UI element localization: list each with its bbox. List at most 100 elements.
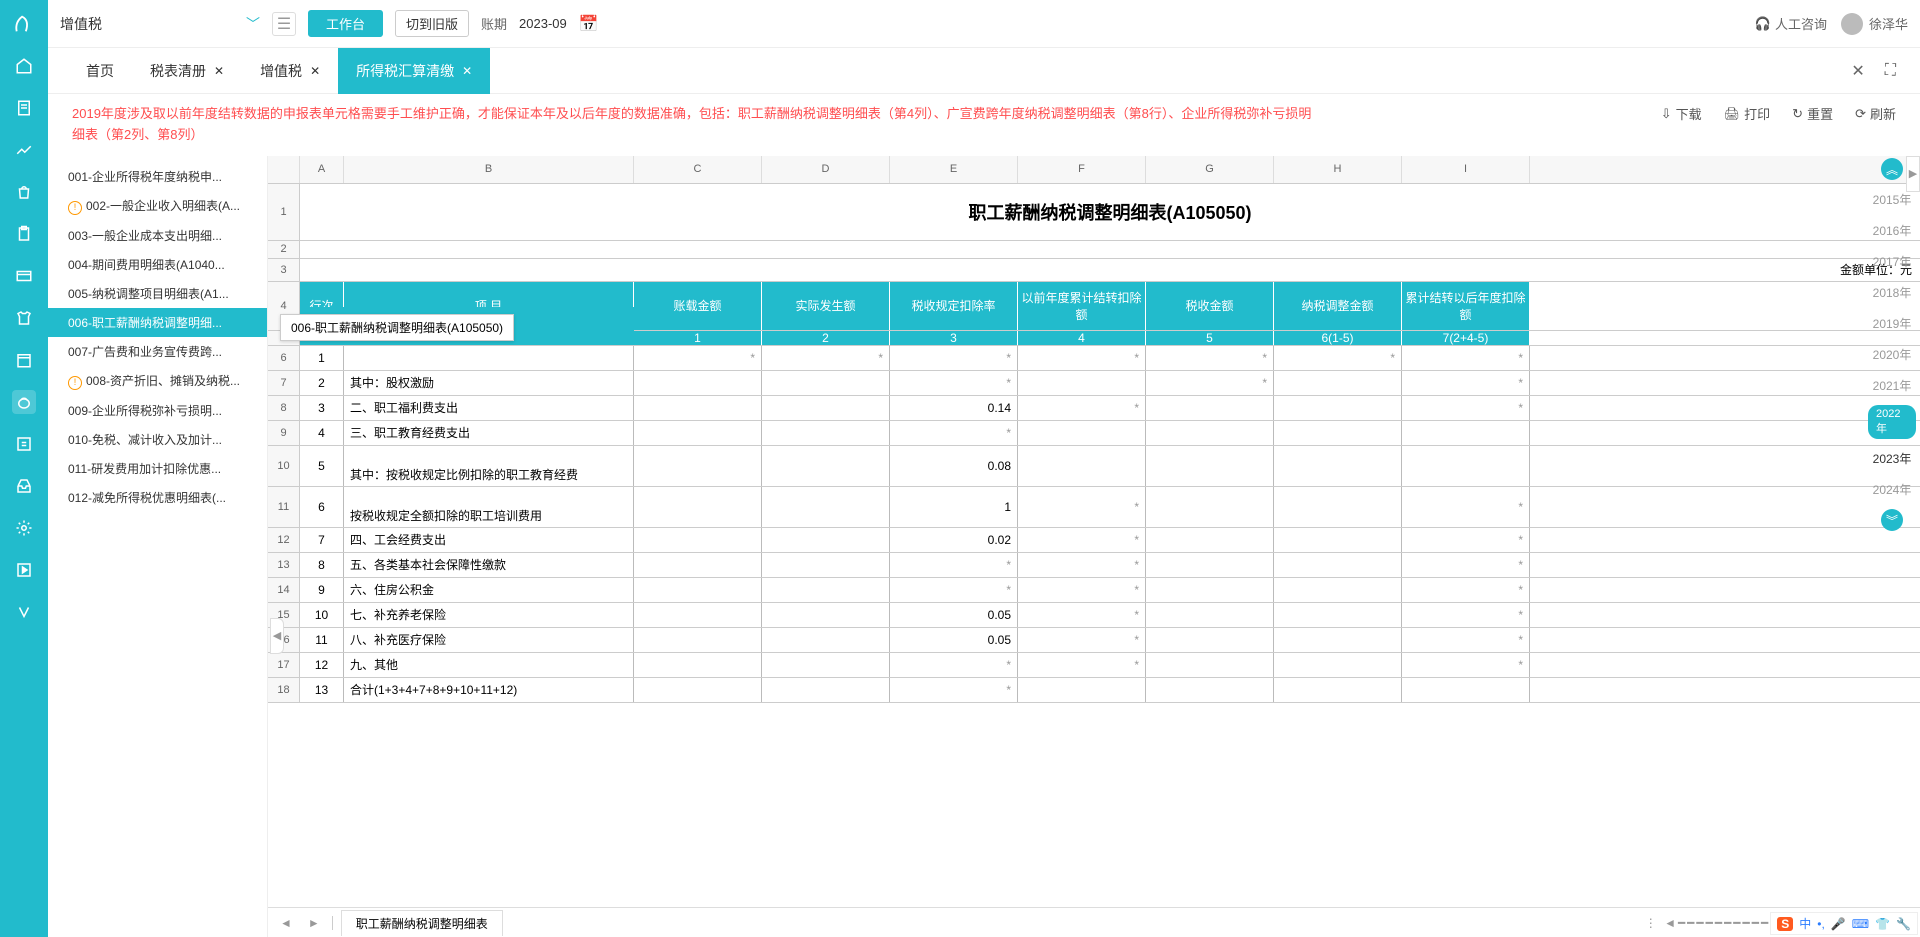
data-cell[interactable]: [1018, 678, 1146, 702]
row-number[interactable]: 2: [268, 241, 300, 258]
data-cell[interactable]: 1: [890, 487, 1018, 527]
ime-punct-icon[interactable]: •,: [1817, 917, 1825, 931]
row-number[interactable]: 3: [268, 259, 300, 281]
data-cell[interactable]: [1146, 446, 1274, 486]
sidebar-item[interactable]: 005-纳税调整项目明细表(A1...: [48, 279, 267, 308]
ime-skin-icon[interactable]: 👕: [1875, 917, 1890, 931]
year-down-icon[interactable]: ︾: [1881, 509, 1903, 531]
tab-prev-icon[interactable]: ◄: [276, 916, 296, 930]
data-cell[interactable]: [1146, 628, 1274, 652]
tab-首页[interactable]: 首页: [68, 48, 132, 94]
consult-link[interactable]: 🎧人工咨询: [1755, 14, 1827, 33]
data-cell[interactable]: [1274, 678, 1402, 702]
close-all-icon[interactable]: ✕: [1847, 57, 1868, 85]
data-cell[interactable]: *: [1018, 603, 1146, 627]
row-number[interactable]: 18: [268, 678, 300, 702]
data-cell[interactable]: *: [890, 421, 1018, 445]
data-cell[interactable]: *: [1402, 396, 1530, 420]
year-option[interactable]: 2018年: [1873, 281, 1912, 304]
data-cell[interactable]: [1402, 446, 1530, 486]
data-cell[interactable]: *: [1018, 578, 1146, 602]
tab-next-icon[interactable]: ►: [304, 916, 324, 930]
exchange-icon[interactable]: [12, 432, 36, 456]
ime-tool-icon[interactable]: 🔧: [1896, 917, 1911, 931]
switch-old-button[interactable]: 切到旧版: [395, 10, 469, 37]
data-cell[interactable]: [762, 678, 890, 702]
data-cell[interactable]: [1402, 678, 1530, 702]
data-cell[interactable]: [634, 553, 762, 577]
data-cell[interactable]: [634, 653, 762, 677]
close-icon[interactable]: ✕: [462, 64, 472, 78]
refresh-button[interactable]: ⟳刷新: [1855, 104, 1896, 123]
data-cell[interactable]: [634, 371, 762, 395]
data-cell[interactable]: [1146, 678, 1274, 702]
data-cell[interactable]: [1146, 528, 1274, 552]
col-header[interactable]: A: [300, 156, 344, 183]
data-cell[interactable]: *: [1402, 528, 1530, 552]
data-cell[interactable]: [1274, 603, 1402, 627]
year-option[interactable]: 2015年: [1873, 188, 1912, 211]
ime-mic-icon[interactable]: 🎤: [1831, 917, 1846, 931]
data-cell[interactable]: [762, 578, 890, 602]
tab-增值税[interactable]: 增值税✕: [242, 48, 338, 94]
row-number[interactable]: 1: [268, 184, 300, 240]
col-header[interactable]: H: [1274, 156, 1402, 183]
close-icon[interactable]: ✕: [214, 64, 224, 78]
data-cell[interactable]: [1274, 578, 1402, 602]
data-cell[interactable]: [1018, 371, 1146, 395]
data-cell[interactable]: 0.02: [890, 528, 1018, 552]
calendar-picker-icon[interactable]: 📅: [579, 14, 599, 34]
tax-type-dropdown[interactable]: 增值税 ﹀: [60, 14, 260, 34]
row-number[interactable]: 11: [268, 487, 300, 527]
close-icon[interactable]: ✕: [310, 64, 320, 78]
year-option[interactable]: 2024年: [1873, 478, 1912, 501]
sidebar-item[interactable]: 003-一般企业成本支出明细...: [48, 221, 267, 250]
data-cell[interactable]: *: [890, 578, 1018, 602]
data-cell[interactable]: [634, 528, 762, 552]
reset-button[interactable]: ↻重置: [1792, 104, 1833, 123]
collapse-sidebar-handle[interactable]: ◀: [270, 618, 284, 654]
data-cell[interactable]: [1018, 421, 1146, 445]
data-cell[interactable]: *: [1018, 628, 1146, 652]
sidebar-item[interactable]: 004-期间费用明细表(A1040...: [48, 250, 267, 279]
sidebar-item[interactable]: 002-一般企业收入明细表(A...: [48, 191, 267, 221]
data-cell[interactable]: [762, 396, 890, 420]
data-cell[interactable]: 0.05: [890, 603, 1018, 627]
row-number[interactable]: 14: [268, 578, 300, 602]
data-cell[interactable]: *: [1402, 603, 1530, 627]
inbox-icon[interactable]: [12, 474, 36, 498]
col-header[interactable]: C: [634, 156, 762, 183]
col-header[interactable]: E: [890, 156, 1018, 183]
row-number[interactable]: 6: [268, 346, 300, 370]
data-cell[interactable]: *: [1018, 528, 1146, 552]
sidebar-item[interactable]: 009-企业所得税弥补亏损明...: [48, 396, 267, 425]
row-number[interactable]: 10: [268, 446, 300, 486]
expand-icon[interactable]: ⛶: [1881, 58, 1900, 84]
data-cell[interactable]: *: [890, 678, 1018, 702]
sidebar-item[interactable]: 011-研发费用加计扣除优惠...: [48, 454, 267, 483]
data-cell[interactable]: *: [1018, 653, 1146, 677]
col-header[interactable]: G: [1146, 156, 1274, 183]
sidebar-item[interactable]: 001-企业所得税年度纳税申...: [48, 162, 267, 191]
data-cell[interactable]: [1146, 487, 1274, 527]
data-cell[interactable]: [634, 628, 762, 652]
sidebar-item[interactable]: 006-职工薪酬纳税调整明细...: [48, 308, 267, 337]
data-cell[interactable]: [1274, 628, 1402, 652]
sidebar-item[interactable]: 007-广告费和业务宣传费跨...: [48, 337, 267, 366]
data-cell[interactable]: *: [1018, 487, 1146, 527]
col-header[interactable]: F: [1018, 156, 1146, 183]
data-cell[interactable]: *: [1018, 396, 1146, 420]
data-cell[interactable]: [634, 678, 762, 702]
data-cell[interactable]: *: [1402, 371, 1530, 395]
data-cell[interactable]: *: [890, 653, 1018, 677]
v-icon[interactable]: [12, 600, 36, 624]
workspace-button[interactable]: 工作台: [308, 10, 383, 37]
data-cell[interactable]: [634, 446, 762, 486]
data-cell[interactable]: [762, 421, 890, 445]
data-cell[interactable]: *: [1402, 628, 1530, 652]
data-cell[interactable]: [1274, 487, 1402, 527]
chart-icon[interactable]: [12, 138, 36, 162]
data-cell[interactable]: 0.05: [890, 628, 1018, 652]
data-cell[interactable]: [1402, 421, 1530, 445]
tab-税表清册[interactable]: 税表清册✕: [132, 48, 242, 94]
